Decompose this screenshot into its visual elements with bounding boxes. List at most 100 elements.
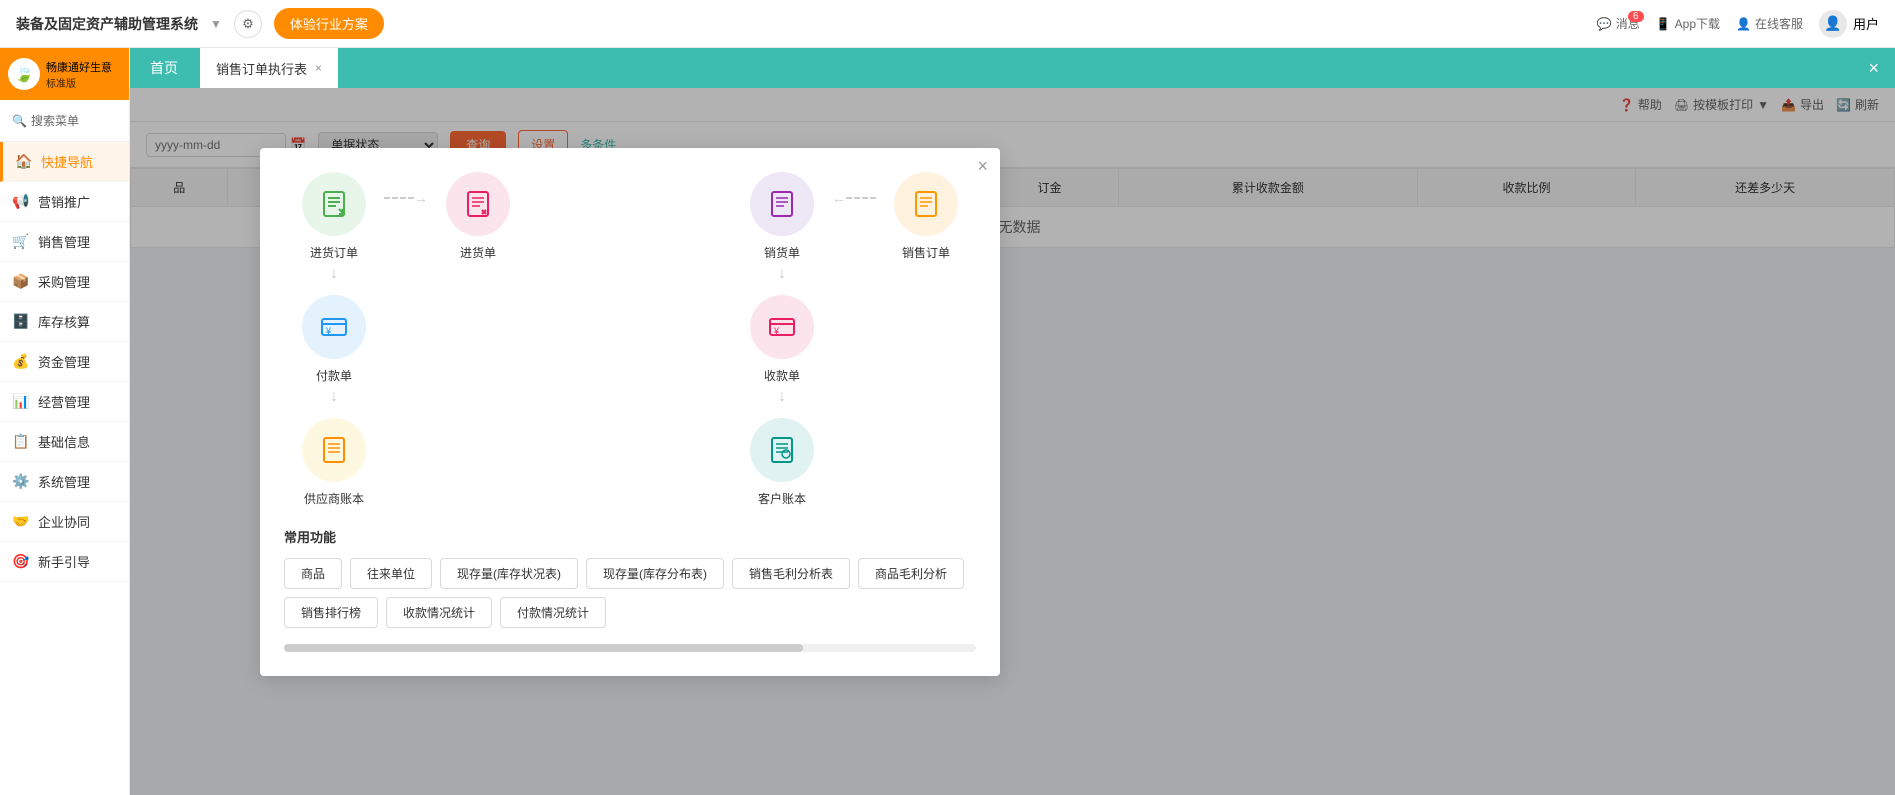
btn-sales-analysis[interactable]: 销售毛利分析表 — [732, 558, 850, 589]
sidebar-item-label-basic-info: 基础信息 — [38, 432, 90, 451]
btn-receipt-stats[interactable]: 收款情况统计 — [386, 597, 492, 628]
sidebar-item-marketing[interactable]: 📢 营销推广 — [0, 182, 129, 222]
sidebar-item-basic-info[interactable]: 📋 基础信息 — [0, 422, 129, 462]
flow-node-supplier-ledger[interactable]: 供应商账本 — [284, 418, 384, 507]
btn-payment-stats[interactable]: 付款情况统计 — [500, 597, 606, 628]
operations-icon: 📊 — [12, 393, 30, 411]
sidebar-logo: 🍃 畅康通好生意 标准版 — [0, 48, 129, 100]
tab-sales-order-label: 销售订单执行表 — [216, 59, 307, 78]
system-icon: ⚙️ — [12, 473, 30, 491]
sidebar-item-label-finance: 资金管理 — [38, 352, 90, 371]
online-service-area[interactable]: 👤 在线客服 — [1736, 15, 1803, 32]
sidebar-item-finance[interactable]: 💰 资金管理 — [0, 342, 129, 382]
tab-home-label: 首页 — [150, 58, 178, 78]
top-bar: 装备及固定资产辅助管理系统 ▼ ⚙ 体验行业方案 💬 6 消息 📱 App下载 … — [0, 0, 1895, 48]
search-icon: 🔍 — [12, 114, 27, 128]
supplier-ledger-label: 供应商账本 — [304, 490, 364, 507]
btn-sales-rank[interactable]: 销售排行榜 — [284, 597, 378, 628]
btn-product-analysis[interactable]: 商品毛利分析 — [858, 558, 964, 589]
tab-sales-order[interactable]: 销售订单执行表 × — [200, 48, 338, 88]
sales-bill-label: 销货单 — [764, 244, 800, 261]
arrow-down-3: ↓ — [778, 265, 786, 283]
modal-close-button[interactable]: × — [977, 156, 988, 177]
sidebar-item-label-purchase: 采购管理 — [38, 272, 90, 291]
svg-text:¥: ¥ — [325, 326, 332, 336]
experience-button[interactable]: 体验行业方案 — [274, 8, 384, 39]
flow-node-sales-order[interactable]: 销售订单 — [876, 172, 976, 261]
btn-partner[interactable]: 往来单位 — [350, 558, 432, 589]
flow-node-customer-ledger[interactable]: 客户账本 — [732, 418, 832, 507]
arrow-down-2: ↓ — [330, 388, 338, 406]
system-title: 装备及固定资产辅助管理系统 — [16, 14, 198, 34]
app-container: 装备及固定资产辅助管理系统 ▼ ⚙ 体验行业方案 💬 6 消息 📱 App下载 … — [0, 0, 1895, 795]
arrow-down-1: ↓ — [330, 265, 338, 283]
sidebar-item-sales[interactable]: 🛒 销售管理 — [0, 222, 129, 262]
sidebar-item-label-system: 系统管理 — [38, 472, 90, 491]
tab-close-icon[interactable]: × — [315, 61, 322, 75]
flow-node-payment[interactable]: ¥ 付款单 — [284, 295, 384, 384]
sidebar-nav: 🏠 快捷导航 📢 营销推广 🛒 销售管理 📦 采购管理 🗄️ 库存 — [0, 142, 129, 795]
supplier-ledger-circle — [302, 418, 366, 482]
flow-diagram-container: 进货订单 ↓ ¥ 付款单 — [284, 172, 976, 507]
btn-stock-dist[interactable]: 现存量(库存分布表) — [586, 558, 724, 589]
tab-close-all-button[interactable]: × — [1852, 58, 1895, 79]
purchase-order-circle — [302, 172, 366, 236]
sidebar-item-operations[interactable]: 📊 经营管理 — [0, 382, 129, 422]
app-download-label: App下载 — [1675, 15, 1720, 32]
sales-bill-circle — [750, 172, 814, 236]
common-buttons-row1: 商品 往来单位 现存量(库存状况表) 现存量(库存分布表) 销售毛利分析表 商品… — [284, 558, 976, 589]
search-label: 搜索菜单 — [31, 112, 79, 129]
online-service-label: 在线客服 — [1755, 15, 1803, 32]
sidebar-item-label-marketing: 营销推广 — [38, 192, 90, 211]
message-icon-area[interactable]: 💬 6 消息 — [1597, 15, 1640, 32]
user-avatar: 👤 — [1819, 10, 1847, 38]
sidebar-item-label-newbie: 新手引导 — [38, 552, 90, 571]
service-icon: 👤 — [1736, 17, 1751, 31]
arrow-down-4: ↓ — [778, 388, 786, 406]
sidebar-item-system[interactable]: ⚙️ 系统管理 — [0, 462, 129, 502]
main-area: 🍃 畅康通好生意 标准版 🔍 搜索菜单 🏠 快捷导航 — [0, 48, 1895, 795]
sidebar-item-purchase[interactable]: 📦 采购管理 — [0, 262, 129, 302]
sales-order-col: 销售订单 — [876, 172, 976, 261]
message-icon: 💬 — [1597, 17, 1612, 31]
user-area[interactable]: 👤 用户 — [1819, 10, 1879, 38]
btn-stock-status[interactable]: 现存量(库存状况表) — [440, 558, 578, 589]
app-download-area[interactable]: 📱 App下载 — [1656, 15, 1720, 32]
sidebar-item-enterprise[interactable]: 🤝 企业协同 — [0, 502, 129, 542]
sidebar-item-label-sales: 销售管理 — [38, 232, 90, 251]
top-bar-left: 装备及固定资产辅助管理系统 ▼ ⚙ 体验行业方案 — [16, 8, 384, 39]
modal-scrollbar[interactable] — [284, 644, 976, 652]
finance-icon: 💰 — [12, 353, 30, 371]
sidebar-item-newbie[interactable]: 🎯 新手引导 — [0, 542, 129, 582]
flow-node-sales-bill[interactable]: 销货单 — [732, 172, 832, 261]
h-arrow-1: → — [384, 190, 428, 206]
sidebar-item-inventory[interactable]: 🗄️ 库存核算 — [0, 302, 129, 342]
sidebar-item-label-operations: 经营管理 — [38, 392, 90, 411]
common-buttons-row2: 销售排行榜 收款情况统计 付款情况统计 — [284, 597, 976, 628]
modal-overlay[interactable]: × 进货订单 — [130, 88, 1895, 795]
sidebar-item-quick-nav[interactable]: 🏠 快捷导航 — [0, 142, 129, 182]
title-dropdown-icon[interactable]: ▼ — [210, 17, 222, 31]
sales-order-circle — [894, 172, 958, 236]
sales-icon: 🛒 — [12, 233, 30, 251]
tab-home[interactable]: 首页 — [130, 48, 198, 88]
inventory-icon: 🗄️ — [12, 313, 30, 331]
brand-sub: 标准版 — [46, 75, 112, 90]
flow-node-purchase-bill[interactable]: 进货单 — [428, 172, 528, 261]
purchase-order-label: 进货订单 — [310, 244, 358, 261]
flow-node-receipt[interactable]: ¥ 收款单 — [732, 295, 832, 384]
purchase-bill-circle — [446, 172, 510, 236]
sidebar-item-label-enterprise: 企业协同 — [38, 512, 90, 531]
settings-icon[interactable]: ⚙ — [234, 10, 262, 38]
sales-bill-col: 销货单 ↓ ¥ 收款单 — [732, 172, 832, 507]
search-menu-button[interactable]: 🔍 搜索菜单 — [8, 108, 121, 133]
btn-product[interactable]: 商品 — [284, 558, 342, 589]
brand-name: 畅康通好生意 — [46, 59, 112, 75]
home-icon: 🏠 — [15, 153, 33, 171]
modal-scrollbar-thumb — [284, 644, 803, 652]
sidebar-item-label-quick-nav: 快捷导航 — [41, 152, 93, 171]
flow-node-purchase-order[interactable]: 进货订单 — [284, 172, 384, 261]
logo-symbol: 🍃 — [14, 64, 34, 84]
message-badge: 6 — [1628, 11, 1644, 22]
content-area: 首页 销售订单执行表 × × ❓ 帮助 🖨 按 — [130, 48, 1895, 795]
